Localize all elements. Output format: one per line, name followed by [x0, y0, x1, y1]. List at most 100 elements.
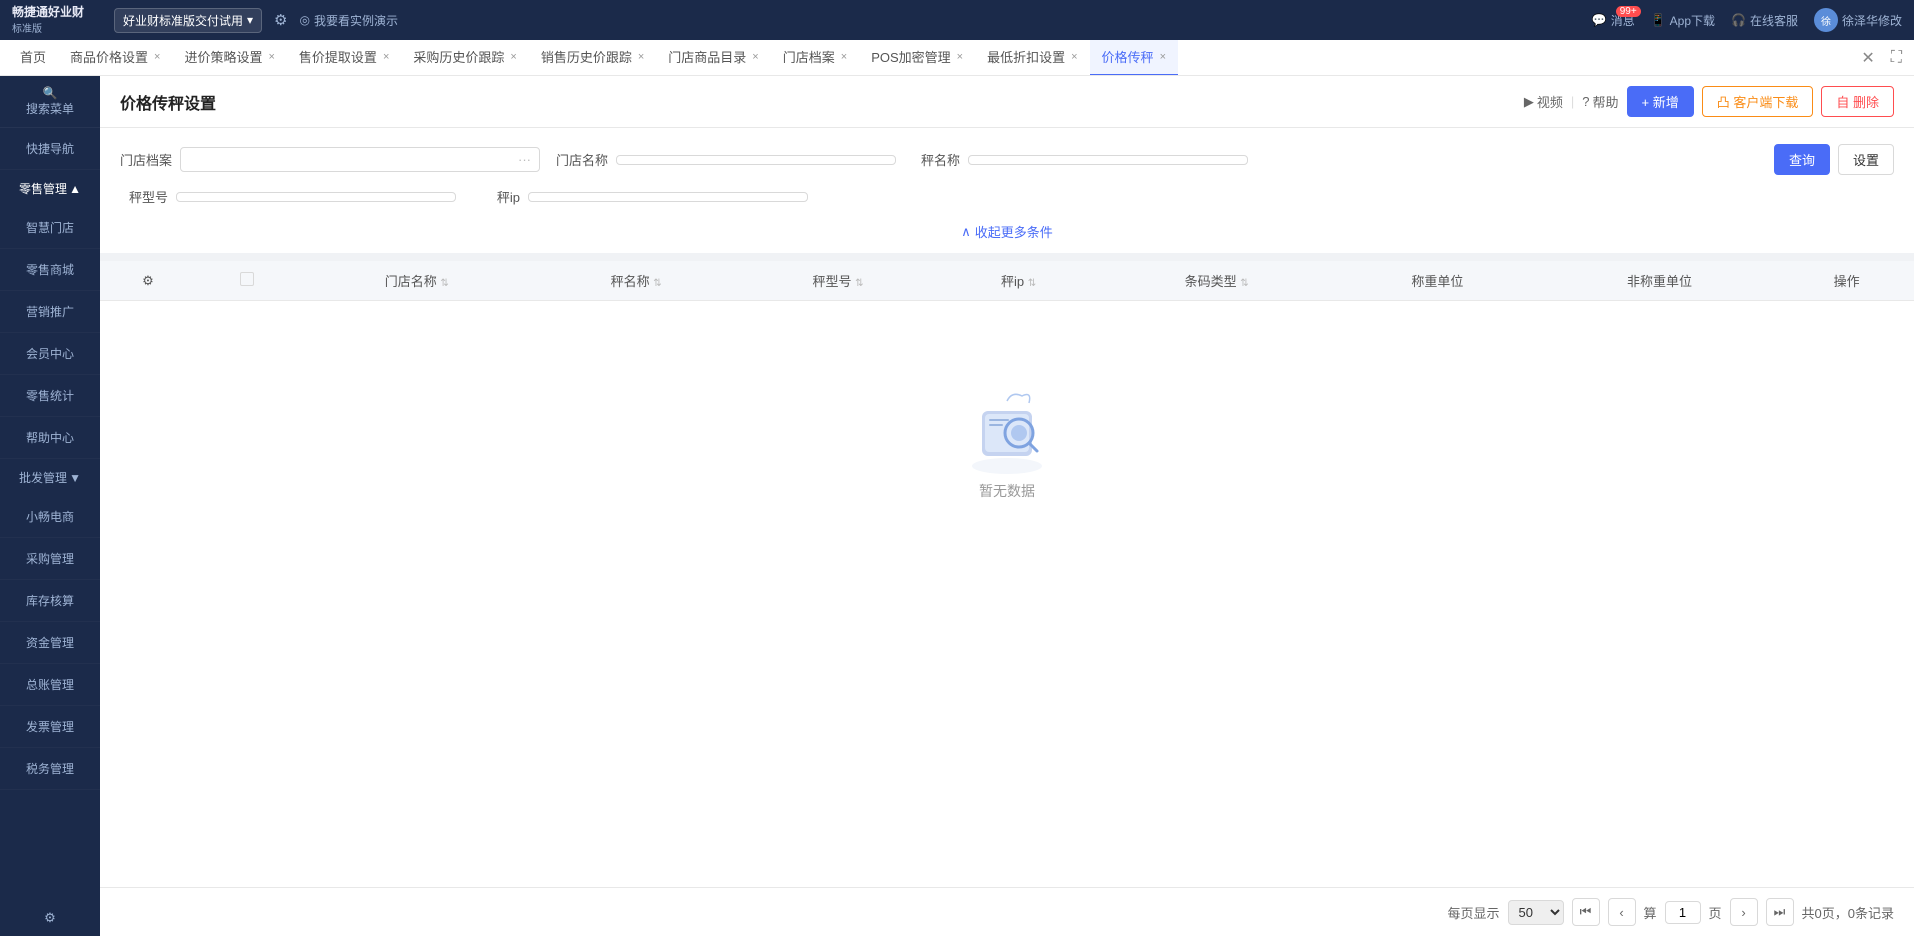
sidebar-item-help-center[interactable]: 帮助中心: [0, 417, 100, 459]
demo-link[interactable]: ◎ 我要看实例演示: [300, 12, 399, 29]
message-button[interactable]: 💬 消息 99+: [1592, 12, 1635, 29]
tab-purchase-strategy-close[interactable]: ×: [268, 51, 274, 63]
last-page-button[interactable]: ⏭: [1766, 898, 1794, 926]
sidebar-item-retail-mall[interactable]: 零售商城: [0, 249, 100, 291]
tab-price-settings-close[interactable]: ×: [154, 51, 160, 63]
delete-button[interactable]: 自 删除: [1821, 86, 1894, 117]
settings-icon[interactable]: ⚙: [274, 11, 287, 29]
sidebar-member-center-label: 会员中心: [26, 347, 74, 361]
tab-pos-management-label: POS加密管理: [871, 47, 950, 66]
settings-set-button[interactable]: 设置: [1838, 144, 1894, 175]
sidebar-ledger-label: 总账管理: [26, 678, 74, 692]
tab-purchase-history[interactable]: 采购历史价跟踪 ×: [401, 40, 528, 76]
page-suffix: 页: [1709, 903, 1722, 922]
logo-area: 畅捷通好业财 标准版: [12, 5, 102, 34]
add-button[interactable]: + 新增: [1627, 86, 1694, 117]
sidebar-retail-mall-label: 零售商城: [26, 263, 74, 277]
tab-price-transmit[interactable]: 价格传秤 ×: [1090, 40, 1178, 76]
tab-min-discount[interactable]: 最低折扣设置 ×: [975, 40, 1089, 76]
sidebar-item-smart-store[interactable]: 智慧门店: [0, 207, 100, 249]
sidebar-item-finance[interactable]: 资金管理: [0, 622, 100, 664]
sort-barcode-type[interactable]: ⇅: [1240, 278, 1248, 289]
scale-name-input[interactable]: [968, 155, 1248, 165]
sidebar-search[interactable]: 🔍 搜索菜单: [0, 76, 100, 128]
sidebar-item-inventory[interactable]: 库存核算: [0, 580, 100, 622]
store-profile-input[interactable]: ···: [180, 147, 540, 172]
sidebar-item-ledger[interactable]: 总账管理: [0, 664, 100, 706]
tab-purchase-history-close[interactable]: ×: [510, 51, 516, 63]
download-button[interactable]: 凸 客户端下载: [1702, 86, 1814, 117]
tab-sale-extract-close[interactable]: ×: [383, 51, 389, 63]
sort-store-name[interactable]: ⇅: [440, 278, 448, 289]
sidebar-settings-button[interactable]: ⚙: [0, 900, 100, 936]
version-dropdown[interactable]: 好业财标准版交付试用 ▾: [114, 8, 262, 33]
collapse-button[interactable]: ∧ 收起更多条件: [120, 218, 1894, 245]
sidebar-quick-nav[interactable]: 快捷导航: [0, 128, 100, 170]
scale-ip-input[interactable]: [528, 192, 808, 202]
sort-scale-model[interactable]: ⇅: [855, 278, 863, 289]
tab-sale-history-close[interactable]: ×: [638, 51, 644, 63]
first-page-button[interactable]: ⏮: [1572, 898, 1600, 926]
filter-area: 门店档案 ··· 门店名称 秤名称 查询: [100, 128, 1914, 253]
sidebar: 🔍 搜索菜单 快捷导航 零售管理 ▲ 智慧门店 零售商城 营销推广 会员中心 零…: [0, 76, 100, 936]
tab-store-profile-close[interactable]: ×: [841, 51, 847, 63]
tab-store-catalog[interactable]: 门店商品目录 ×: [656, 40, 770, 76]
message-icon: 💬: [1592, 13, 1607, 27]
tab-min-discount-close[interactable]: ×: [1071, 51, 1077, 63]
filter-row-2: 秤型号 秤ip: [120, 187, 1894, 206]
tab-purchase-history-label: 采购历史价跟踪: [413, 47, 504, 66]
prev-page-button[interactable]: ‹: [1608, 898, 1636, 926]
sidebar-invoice-label: 发票管理: [26, 720, 74, 734]
tab-bar: 首页 商品价格设置 × 进价策略设置 × 售价提取设置 × 采购历史价跟踪 × …: [0, 40, 1914, 76]
col-checkbox[interactable]: [196, 261, 298, 301]
app-download-button[interactable]: 📱 App下载: [1651, 12, 1715, 29]
tab-purchase-strategy-label: 进价策略设置: [184, 47, 262, 66]
ellipsis-icon[interactable]: ···: [518, 152, 531, 167]
table-area: ⚙ 门店名称 ⇅ 秤名称 ⇅ 秤型号 ⇅ 秤ip ⇅ 条码类型 ⇅ 称重单位 非…: [100, 261, 1914, 887]
sidebar-item-retail-stats[interactable]: 零售统计: [0, 375, 100, 417]
sidebar-item-marketing[interactable]: 营销推广: [0, 291, 100, 333]
tab-sale-extract[interactable]: 售价提取设置 ×: [287, 40, 401, 76]
store-name-label: 门店名称: [556, 150, 608, 169]
per-page-select[interactable]: 50 10 20 100: [1508, 900, 1564, 925]
tab-expand-icon[interactable]: ⛶: [1887, 49, 1906, 67]
page-number-input[interactable]: [1665, 901, 1701, 924]
sidebar-tax-label: 税务管理: [26, 762, 74, 776]
tab-price-transmit-close[interactable]: ×: [1160, 51, 1166, 63]
user-menu[interactable]: 徐 徐泽华修改: [1814, 8, 1902, 32]
sidebar-search-label: 搜索菜单: [8, 100, 92, 117]
tab-home[interactable]: 首页: [8, 40, 58, 76]
sidebar-item-member-center[interactable]: 会员中心: [0, 333, 100, 375]
tab-pos-management[interactable]: POS加密管理 ×: [859, 40, 975, 76]
total-info: 共0页，0条记录: [1802, 903, 1894, 922]
col-settings[interactable]: ⚙: [100, 261, 196, 301]
scale-model-input[interactable]: [176, 192, 456, 202]
top-actions: 💬 消息 99+ 📱 App下载 🎧 在线客服 徐 徐泽华修改: [1592, 8, 1902, 32]
tab-store-catalog-close[interactable]: ×: [752, 51, 758, 63]
tab-pos-management-close[interactable]: ×: [957, 51, 963, 63]
store-name-input[interactable]: [616, 155, 896, 165]
sidebar-item-purchase-mgmt[interactable]: 采购管理: [0, 538, 100, 580]
sidebar-item-tax[interactable]: 税务管理: [0, 748, 100, 790]
per-page-label: 每页显示: [1447, 903, 1499, 922]
help-link[interactable]: ? 帮助: [1582, 92, 1618, 111]
next-page-button[interactable]: ›: [1730, 898, 1758, 926]
tab-store-profile[interactable]: 门店档案 ×: [771, 40, 859, 76]
tab-sale-history[interactable]: 销售历史价跟踪 ×: [529, 40, 656, 76]
sort-scale-name[interactable]: ⇅: [653, 278, 661, 289]
col-scale-model: 秤型号 ⇅: [737, 261, 939, 301]
sidebar-item-retail-mgmt[interactable]: 零售管理 ▲: [0, 170, 100, 207]
demo-icon: ◎: [300, 13, 310, 27]
tab-purchase-strategy[interactable]: 进价策略设置 ×: [172, 40, 286, 76]
video-link[interactable]: ▶ 视频: [1524, 92, 1563, 111]
tab-price-settings[interactable]: 商品价格设置 ×: [58, 40, 172, 76]
sort-scale-ip[interactable]: ⇅: [1028, 278, 1036, 289]
sidebar-item-wholesale-mgmt[interactable]: 批发管理 ▼: [0, 459, 100, 496]
select-all-checkbox[interactable]: [240, 272, 254, 286]
app-download-label: App下载: [1670, 12, 1715, 29]
query-button[interactable]: 查询: [1774, 144, 1830, 175]
tab-close-all-icon[interactable]: ✕: [1857, 48, 1878, 68]
sidebar-item-xiaochangec[interactable]: 小畅电商: [0, 496, 100, 538]
sidebar-item-invoice[interactable]: 发票管理: [0, 706, 100, 748]
online-service-button[interactable]: 🎧 在线客服: [1731, 12, 1798, 29]
